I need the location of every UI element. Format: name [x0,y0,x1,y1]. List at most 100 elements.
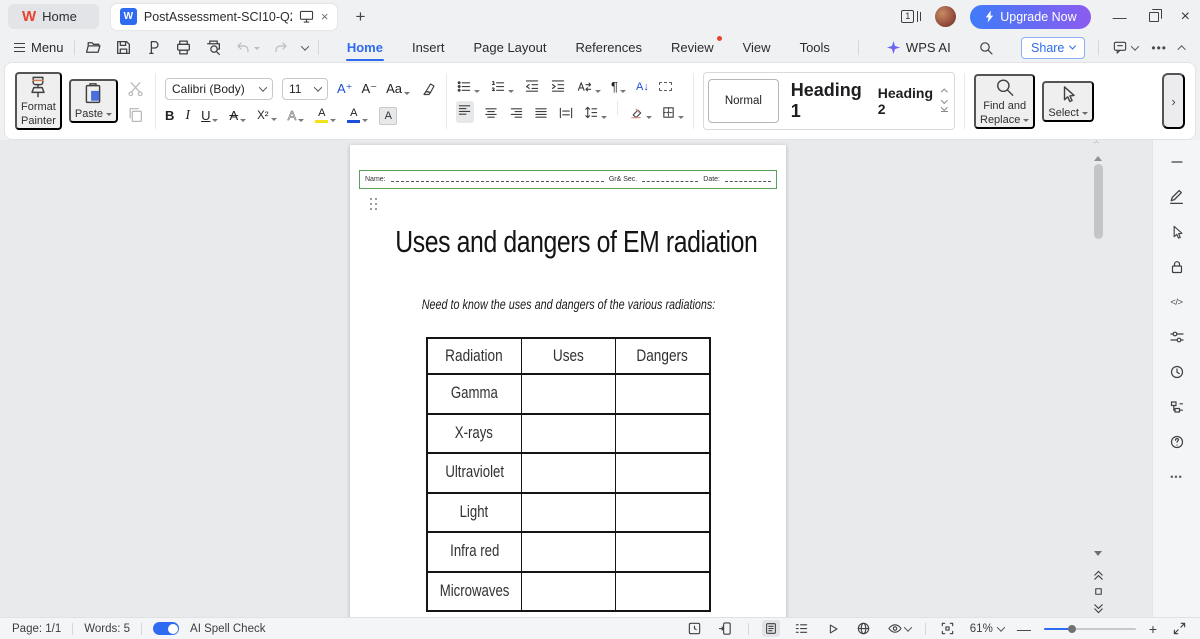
justify-button[interactable] [533,105,549,120]
document-title[interactable]: Uses and dangers of EM radiation [350,224,786,260]
empty-cell[interactable] [521,491,616,533]
menu-button[interactable]: Menu [14,40,64,55]
home-launcher-tab[interactable]: W Home [8,4,99,29]
zoom-slider-knob[interactable] [1067,624,1076,633]
page-setup-icon[interactable] [658,82,672,91]
ribbon-expand-button[interactable]: › [1162,73,1185,129]
word-count[interactable]: Words: 5 [84,623,130,635]
user-avatar[interactable] [935,6,957,27]
tab-insert[interactable]: Insert [411,35,446,60]
zoom-slider[interactable] [1043,622,1136,636]
next-page-icon[interactable] [1091,601,1106,614]
collapse-ribbon-icon[interactable] [1177,44,1186,54]
character-scale-button[interactable] [576,79,601,94]
undo-button[interactable] [235,40,260,56]
styles-more-icon[interactable] [941,104,948,111]
empty-cell[interactable] [521,452,616,494]
customize-qat-icon[interactable] [300,41,309,51]
distribute-button[interactable] [558,105,574,120]
redo-icon[interactable] [273,40,289,56]
task-window-icon[interactable] [686,620,704,637]
character-shading-button[interactable]: A [379,106,398,125]
fullscreen-icon[interactable] [1170,620,1188,637]
empty-cell[interactable] [615,452,710,494]
search-icon[interactable] [978,40,994,56]
student-header-table[interactable]: Name: Gr& Sec. Date: [359,170,777,189]
date-blank-line[interactable] [725,177,771,182]
zoom-out-button[interactable]: — [1017,621,1031,637]
underline-button[interactable]: U [201,108,219,123]
row-label-cell[interactable]: Gamma [426,373,522,415]
spellcheck-toggle[interactable] [153,622,180,635]
web-layout-icon[interactable] [855,620,873,637]
window-manager-icon[interactable]: 1 [901,9,922,25]
select-button[interactable]: Select [1042,80,1094,122]
open-file-icon[interactable] [85,39,102,56]
scroll-down-arrow[interactable] [1094,551,1102,560]
close-window-button[interactable]: × [1181,8,1190,26]
new-tab-button[interactable]: + [355,7,365,27]
empty-cell[interactable] [521,531,616,573]
name-blank-line[interactable] [390,177,604,182]
lock-icon[interactable] [1166,259,1188,275]
browse-object-icon[interactable] [1091,586,1106,597]
scroll-up-arrow[interactable] [1094,152,1102,161]
align-right-button[interactable] [508,105,524,120]
settings-sliders-icon[interactable] [1166,329,1188,345]
tab-tools[interactable]: Tools [799,35,831,60]
find-replace-button[interactable]: Find and Replace [974,73,1036,129]
empty-cell[interactable] [615,570,710,612]
style-heading2[interactable]: Heading 2 [874,85,937,117]
bold-button[interactable]: B [165,108,174,123]
tab-references[interactable]: References [575,35,643,60]
select-tool-icon[interactable] [1166,224,1188,240]
close-document-icon[interactable]: × [321,9,329,24]
page-indicator[interactable]: Page: 1/1 [12,623,61,635]
grow-font-button[interactable]: A⁺ [337,81,353,97]
shading-button[interactable] [628,105,652,120]
minimize-button[interactable]: — [1113,9,1127,25]
document-page[interactable]: Name: Gr& Sec. Date: Uses and dangers of… [350,145,786,617]
signature-pen-icon[interactable] [1166,189,1188,205]
monitor-icon[interactable] [299,10,314,23]
print-icon[interactable] [175,39,192,56]
style-heading1[interactable]: Heading 1 [783,80,870,122]
styles-scroll-up-icon[interactable] [941,89,948,96]
row-label-cell[interactable]: Ultraviolet [426,452,522,494]
line-spacing-button[interactable] [583,105,607,120]
fit-page-icon[interactable] [939,620,957,637]
wps-ai-button[interactable]: WPS AI [886,40,951,55]
tab-page-layout[interactable]: Page Layout [472,35,547,60]
empty-cell[interactable] [521,373,616,415]
outline-view-icon[interactable] [793,620,811,637]
text-effects-button[interactable]: A [287,108,305,123]
clear-format-icon[interactable] [419,81,437,97]
share-button[interactable]: Share [1021,36,1086,59]
font-size-select[interactable]: 11 [282,77,328,100]
empty-cell[interactable] [615,373,710,415]
code-tools-icon[interactable]: </> [1166,294,1188,310]
radiation-table[interactable]: Radiation Uses Dangers Gamma X-rays Ultr… [425,337,711,612]
tab-view[interactable]: View [742,35,772,60]
cut-icon[interactable] [127,80,144,97]
empty-cell[interactable] [615,531,710,573]
upgrade-now-button[interactable]: Upgrade Now [970,4,1091,29]
scrollbar-thumb[interactable] [1094,164,1103,239]
zoom-in-button[interactable]: + [1149,621,1157,637]
bullets-button[interactable] [456,79,480,94]
row-label-cell[interactable]: Infra red [426,531,522,573]
export-pdf-icon[interactable] [145,39,162,56]
comments-button[interactable] [1112,40,1140,55]
empty-cell[interactable] [521,570,616,612]
empty-cell[interactable] [615,412,710,454]
decrease-indent-icon[interactable] [524,79,540,94]
restore-button[interactable] [1148,8,1162,22]
sort-button[interactable]: A↓ [636,81,649,93]
shrink-font-button[interactable]: A⁻ [362,81,378,97]
reading-view-icon[interactable] [824,620,842,637]
eye-comfort-button[interactable] [886,620,913,637]
save-icon[interactable] [115,39,132,56]
header-cell-dangers[interactable]: Dangers [615,337,710,375]
table-move-handle[interactable] [370,198,378,211]
style-normal[interactable]: Normal [708,79,779,123]
